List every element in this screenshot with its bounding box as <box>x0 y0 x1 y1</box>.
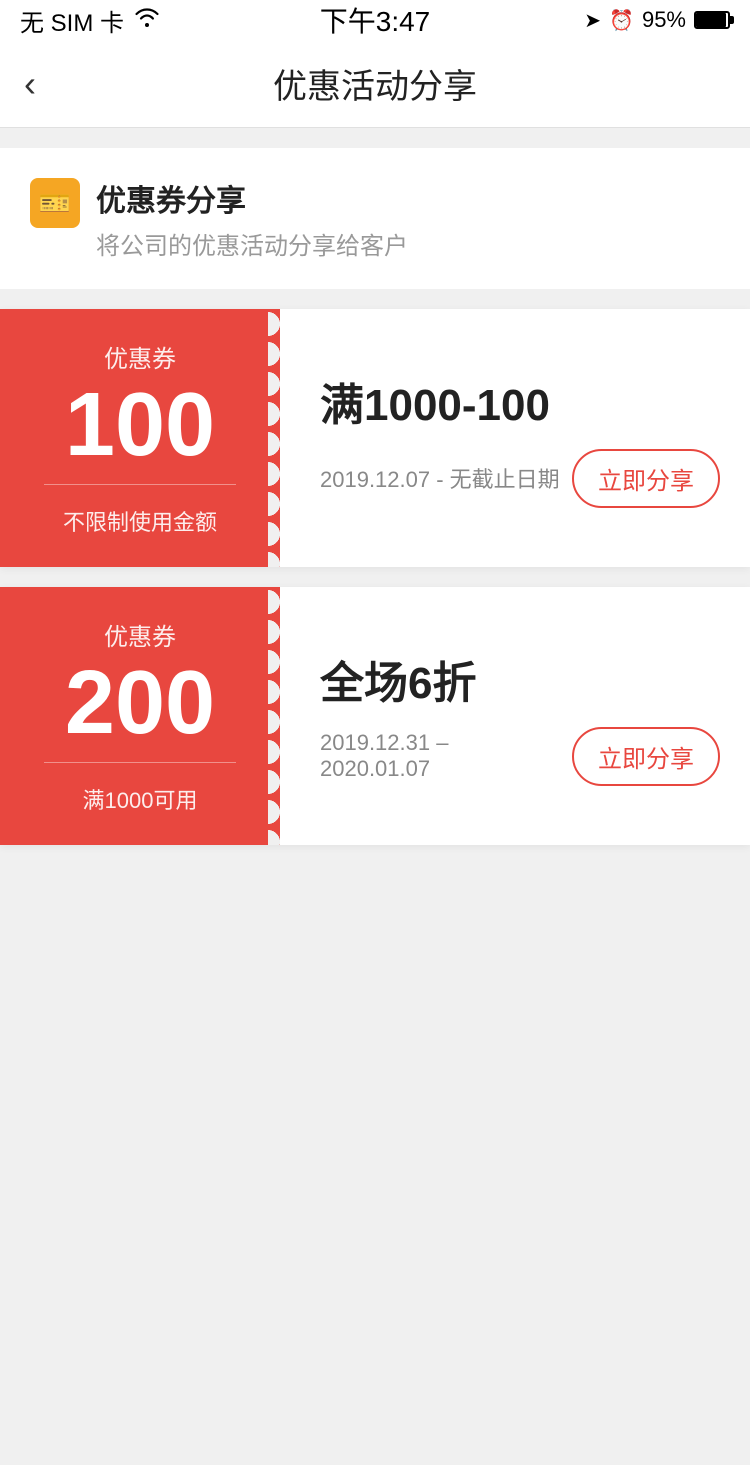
carrier-label: 无 SIM 卡 <box>20 3 124 38</box>
location-icon: ➤ <box>584 8 601 33</box>
empty-area <box>0 845 750 1445</box>
share-button-2[interactable]: 立即分享 <box>572 727 720 786</box>
coupon-divider-1 <box>44 484 236 485</box>
coupon-type-1: 优惠券 <box>104 339 176 374</box>
section-icon: 🎫 <box>30 178 80 228</box>
coupon-right-1: 满1000-100 2019.12.07 - 无截止日期 立即分享 <box>280 309 750 567</box>
coupon-card-2: 优惠券 200 满1000可用 全场6折 2019.12.31 – 2020.0… <box>0 587 750 845</box>
coupon-emoji-icon: 🎫 <box>39 188 71 219</box>
coupon-left-2: 优惠券 200 满1000可用 <box>0 587 280 845</box>
battery-percent: 95% <box>642 7 686 33</box>
coupon-meta-1: 2019.12.07 - 无截止日期 立即分享 <box>320 449 720 508</box>
coupon-condition-1: 不限制使用金额 <box>63 505 217 537</box>
coupon-amount-1: 100 <box>65 380 215 470</box>
battery-icon <box>694 11 730 29</box>
section-text: 优惠券分享 将公司的优惠活动分享给客户 <box>96 176 408 261</box>
coupon-left-1: 优惠券 100 不限制使用金额 <box>0 309 280 567</box>
coupon-name-1: 满1000-100 <box>320 369 720 433</box>
content-area: 🎫 优惠券分享 将公司的优惠活动分享给客户 优惠券 100 不限制使用金额 满1… <box>0 128 750 1465</box>
status-right: ➤ ⏰ 95% <box>584 7 730 33</box>
page-title: 优惠活动分享 <box>273 59 477 108</box>
coupon-name-2: 全场6折 <box>320 647 720 711</box>
coupon-meta-2: 2019.12.31 – 2020.01.07 立即分享 <box>320 727 720 786</box>
status-time: 下午3:47 <box>320 0 431 40</box>
section-title: 优惠券分享 <box>96 176 408 220</box>
wifi-icon <box>134 6 160 34</box>
section-subtitle: 将公司的优惠活动分享给客户 <box>96 226 408 261</box>
coupon-right-2: 全场6折 2019.12.31 – 2020.01.07 立即分享 <box>280 587 750 845</box>
coupon-amount-2: 200 <box>65 658 215 748</box>
coupon-date-2: 2019.12.31 – 2020.01.07 <box>320 730 562 782</box>
coupon-card-1: 优惠券 100 不限制使用金额 满1000-100 2019.12.07 - 无… <box>0 309 750 567</box>
coupon-type-2: 优惠券 <box>104 617 176 652</box>
status-bar: 无 SIM 卡 下午3:47 ➤ ⏰ 95% <box>0 0 750 40</box>
coupon-condition-2: 满1000可用 <box>83 783 198 815</box>
share-button-1[interactable]: 立即分享 <box>572 449 720 508</box>
nav-bar: ‹ 优惠活动分享 <box>0 40 750 128</box>
status-left: 无 SIM 卡 <box>20 3 160 38</box>
section-header: 🎫 优惠券分享 将公司的优惠活动分享给客户 <box>0 148 750 289</box>
coupon-divider-2 <box>44 762 236 763</box>
coupon-list: 优惠券 100 不限制使用金额 满1000-100 2019.12.07 - 无… <box>0 309 750 845</box>
back-button[interactable]: ‹ <box>24 63 36 105</box>
coupon-date-1: 2019.12.07 - 无截止日期 <box>320 462 560 494</box>
alarm-icon: ⏰ <box>609 8 634 33</box>
